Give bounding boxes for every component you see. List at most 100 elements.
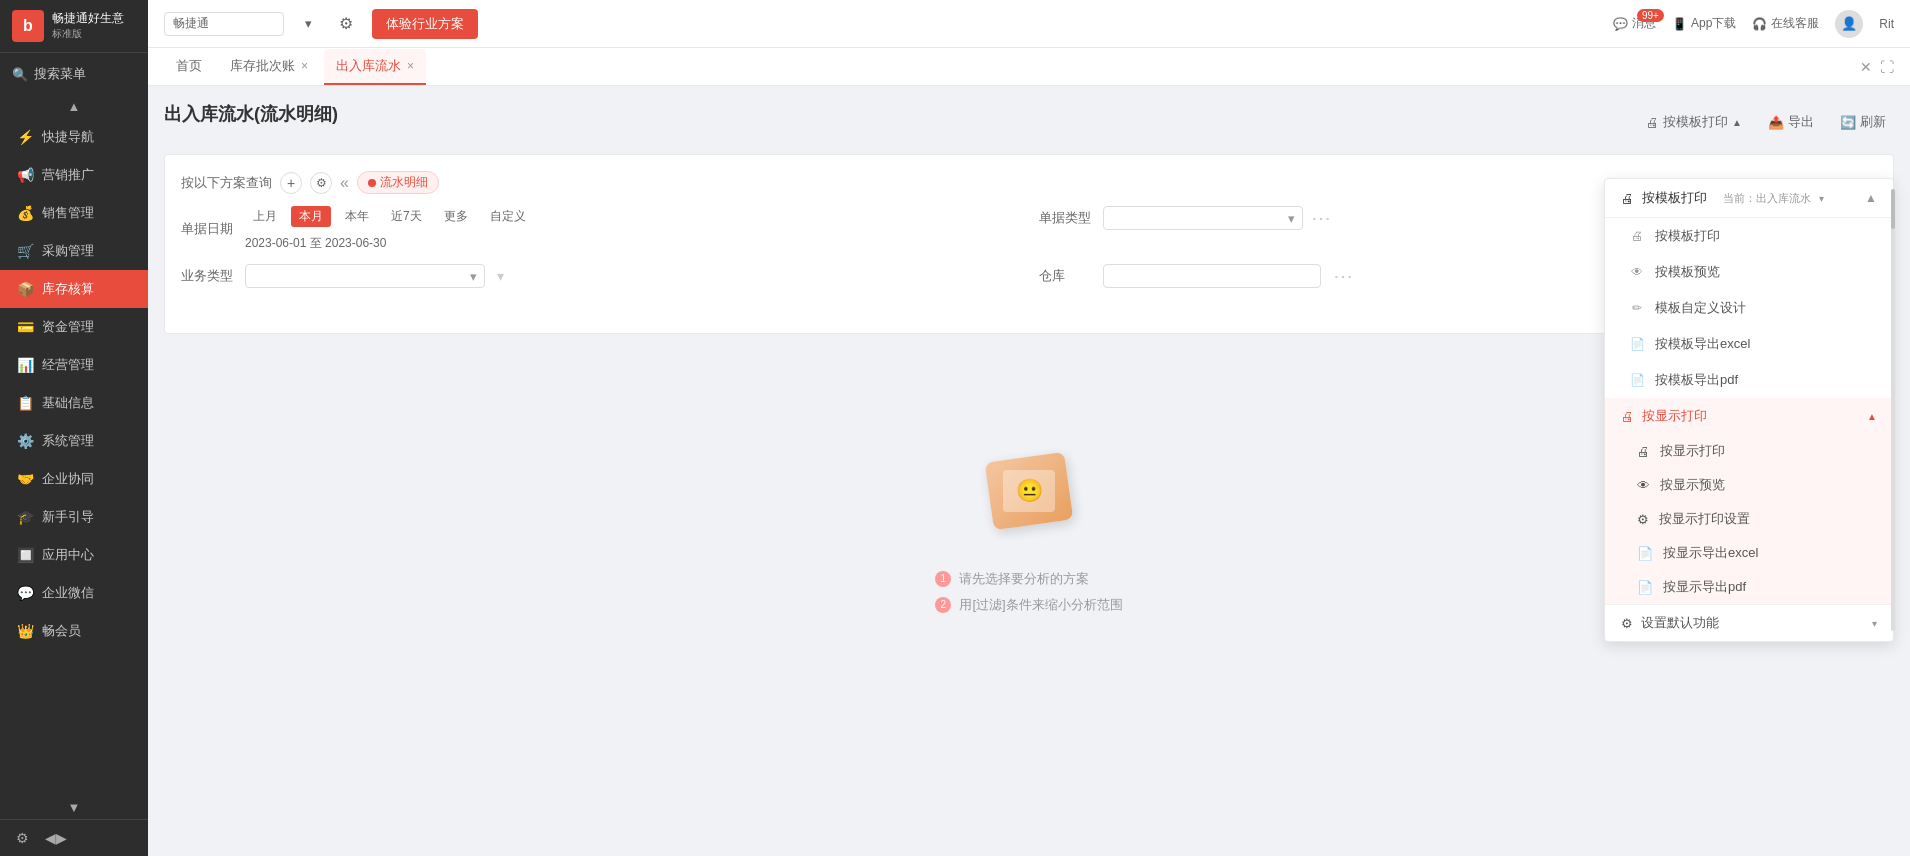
sidebar-item-app-center[interactable]: 🔲 应用中心 bbox=[0, 536, 148, 574]
dp-sub-display-pdf[interactable]: 📄 按显示导出pdf bbox=[1605, 570, 1893, 604]
tab-batch-account[interactable]: 库存批次账 × bbox=[218, 49, 320, 85]
dp-item-template-print[interactable]: 🖨 按模板打印 bbox=[1605, 218, 1893, 254]
sidebar-item-purchase[interactable]: 🛒 采购管理 bbox=[0, 232, 148, 270]
sidebar-item-sales[interactable]: 💰 销售管理 bbox=[0, 194, 148, 232]
sidebar-item-finance[interactable]: 💳 资金管理 bbox=[0, 308, 148, 346]
refresh-icon: 🔄 bbox=[1840, 115, 1856, 130]
dp-scrollbar[interactable] bbox=[1891, 189, 1895, 631]
online-service-label: 在线客服 bbox=[1771, 15, 1819, 32]
dp-sub-label: 按显示打印设置 bbox=[1659, 510, 1750, 528]
app-download-btn[interactable]: 📱 App下载 bbox=[1672, 15, 1736, 32]
close-window-btn[interactable]: ✕ bbox=[1860, 59, 1872, 75]
company-input[interactable] bbox=[164, 12, 284, 36]
search-icon: 🔍 bbox=[12, 67, 28, 82]
date-opt-custom[interactable]: 自定义 bbox=[482, 206, 534, 227]
business-type-chevron[interactable]: ▾ bbox=[497, 268, 504, 284]
filter-doc-type-label: 单据类型 bbox=[1039, 209, 1095, 227]
filter-add-button[interactable]: + bbox=[280, 172, 302, 194]
filter-collapse-button[interactable]: « bbox=[340, 174, 349, 192]
date-opt-7days[interactable]: 近7天 bbox=[383, 206, 430, 227]
dp-sub-excel-icon: 📄 bbox=[1637, 546, 1653, 561]
online-service-btn[interactable]: 🎧 在线客服 bbox=[1752, 15, 1819, 32]
tab-flow[interactable]: 出入库流水 × bbox=[324, 49, 426, 85]
dp-item-template-custom[interactable]: ✏ 模板自定义设计 bbox=[1605, 290, 1893, 326]
sidebar-scroll-up[interactable]: ▲ bbox=[0, 95, 148, 118]
dp-item-template-pdf[interactable]: 📄 按模板导出pdf bbox=[1605, 362, 1893, 398]
dp-sub-display-preview[interactable]: 👁 按显示预览 bbox=[1605, 468, 1893, 502]
print-dropdown-chevron: ▲ bbox=[1732, 117, 1742, 128]
dp-item-label: 按模板导出pdf bbox=[1655, 371, 1738, 389]
date-opt-current-year[interactable]: 本年 bbox=[337, 206, 377, 227]
purchase-icon: 🛒 bbox=[16, 242, 34, 260]
dp-sub-label: 按显示打印 bbox=[1660, 442, 1725, 460]
empty-tip-2: 2 用[过滤]条件来缩小分析范围 bbox=[935, 592, 1122, 618]
dp-sub-display-excel[interactable]: 📄 按显示导出excel bbox=[1605, 536, 1893, 570]
warehouse-input[interactable] bbox=[1112, 269, 1312, 283]
tab-flow-close[interactable]: × bbox=[407, 59, 414, 73]
empty-illustration: 😐 bbox=[979, 446, 1079, 546]
dp-item-template-excel[interactable]: 📄 按模板导出excel bbox=[1605, 326, 1893, 362]
sidebar-item-guide[interactable]: 🎓 新手引导 bbox=[0, 498, 148, 536]
filter-business-type-group: 业务类型 ▾ bbox=[181, 264, 1019, 288]
filter-active-tag[interactable]: 流水明细 bbox=[357, 171, 439, 194]
dp-footer-title: ⚙ 设置默认功能 bbox=[1621, 614, 1719, 632]
user-selector[interactable] bbox=[164, 12, 284, 36]
company-dropdown-icon[interactable]: ▾ bbox=[296, 12, 320, 36]
maximize-window-btn[interactable]: ⛶ bbox=[1880, 59, 1894, 75]
footer-collapse-icon[interactable]: ◀▶ bbox=[45, 830, 67, 846]
filter-settings-button[interactable]: ⚙ bbox=[310, 172, 332, 194]
dp-sub-display-print[interactable]: 🖨 按显示打印 bbox=[1605, 434, 1893, 468]
sidebar-item-label: 应用中心 bbox=[42, 546, 94, 564]
tab-batch-account-close[interactable]: × bbox=[301, 59, 308, 73]
sidebar-item-wecom[interactable]: 💬 企业微信 bbox=[0, 574, 148, 612]
sidebar-item-basic-info[interactable]: 📋 基础信息 bbox=[0, 384, 148, 422]
date-opt-current-month[interactable]: 本月 bbox=[291, 206, 331, 227]
dp-sub-pdf-icon: 📄 bbox=[1637, 580, 1653, 595]
refresh-btn[interactable]: 🔄 刷新 bbox=[1832, 109, 1894, 135]
date-opt-last-month[interactable]: 上月 bbox=[245, 206, 285, 227]
dp-sub-settings-icon: ⚙ bbox=[1637, 512, 1649, 527]
dp-section-header[interactable]: 🖨 按显示打印 ▲ bbox=[1605, 398, 1893, 434]
mobile-icon: 📱 bbox=[1672, 17, 1687, 31]
template-print-btn[interactable]: 🖨 按模板打印 ▲ bbox=[1638, 109, 1750, 135]
sidebar-search-section: 🔍 搜索菜单 bbox=[0, 53, 148, 95]
dp-footer[interactable]: ⚙ 设置默认功能 ▾ bbox=[1605, 604, 1893, 641]
doc-type-more-btn[interactable]: ⋯ bbox=[1311, 206, 1331, 230]
sidebar-scroll-down[interactable]: ▼ bbox=[0, 796, 148, 819]
sidebar-item-system[interactable]: ⚙️ 系统管理 bbox=[0, 422, 148, 460]
tabs-bar: 首页 库存批次账 × 出入库流水 × ✕ ⛶ bbox=[148, 48, 1910, 86]
empty-tips: 1 请先选择要分析的方案 2 用[过滤]条件来缩小分析范围 bbox=[935, 566, 1122, 618]
dp-collapse-btn[interactable]: ▲ bbox=[1865, 191, 1877, 205]
dp-item-template-preview[interactable]: 👁 按模板预览 bbox=[1605, 254, 1893, 290]
doc-type-select[interactable] bbox=[1103, 206, 1303, 230]
dp-item-label: 按模板打印 bbox=[1655, 227, 1720, 245]
sidebar-item-collab[interactable]: 🤝 企业协同 bbox=[0, 460, 148, 498]
sidebar-item-membership[interactable]: 👑 畅会员 bbox=[0, 612, 148, 650]
warehouse-more-btn[interactable]: ⋯ bbox=[1333, 264, 1353, 288]
sidebar-item-marketing[interactable]: 📢 营销推广 bbox=[0, 156, 148, 194]
industry-btn[interactable]: 体验行业方案 bbox=[372, 9, 478, 39]
basic-info-icon: 📋 bbox=[16, 394, 34, 412]
topbar-settings-icon[interactable]: ⚙ bbox=[332, 10, 360, 38]
dp-sub-print-icon: 🖨 bbox=[1637, 444, 1650, 459]
footer-settings-icon[interactable]: ⚙ bbox=[16, 830, 29, 846]
sidebar-item-quick-nav[interactable]: ⚡ 快捷导航 bbox=[0, 118, 148, 156]
search-menu-button[interactable]: 🔍 搜索菜单 bbox=[12, 61, 136, 87]
warehouse-input-wrap[interactable] bbox=[1103, 264, 1321, 288]
sidebar-item-inventory[interactable]: 📦 库存核算 bbox=[0, 270, 148, 308]
export-btn[interactable]: 📤 导出 bbox=[1760, 109, 1822, 135]
date-opt-more[interactable]: 更多 bbox=[436, 206, 476, 227]
sidebar-item-label: 新手引导 bbox=[42, 508, 94, 526]
dp-pdf-icon: 📄 bbox=[1629, 372, 1645, 388]
printer-icon: 🖨 bbox=[1646, 115, 1659, 130]
sidebar-item-label: 基础信息 bbox=[42, 394, 94, 412]
tab-home[interactable]: 首页 bbox=[164, 49, 214, 85]
business-type-select[interactable] bbox=[245, 264, 485, 288]
guide-icon: 🎓 bbox=[16, 508, 34, 526]
username-label[interactable]: Rit bbox=[1879, 17, 1894, 31]
user-avatar[interactable]: 👤 bbox=[1835, 10, 1863, 38]
message-btn[interactable]: 💬 消息 99+ bbox=[1613, 15, 1656, 32]
dp-sub-display-settings[interactable]: ⚙ 按显示打印设置 bbox=[1605, 502, 1893, 536]
sales-icon: 💰 bbox=[16, 204, 34, 222]
sidebar-item-operations[interactable]: 📊 经营管理 bbox=[0, 346, 148, 384]
